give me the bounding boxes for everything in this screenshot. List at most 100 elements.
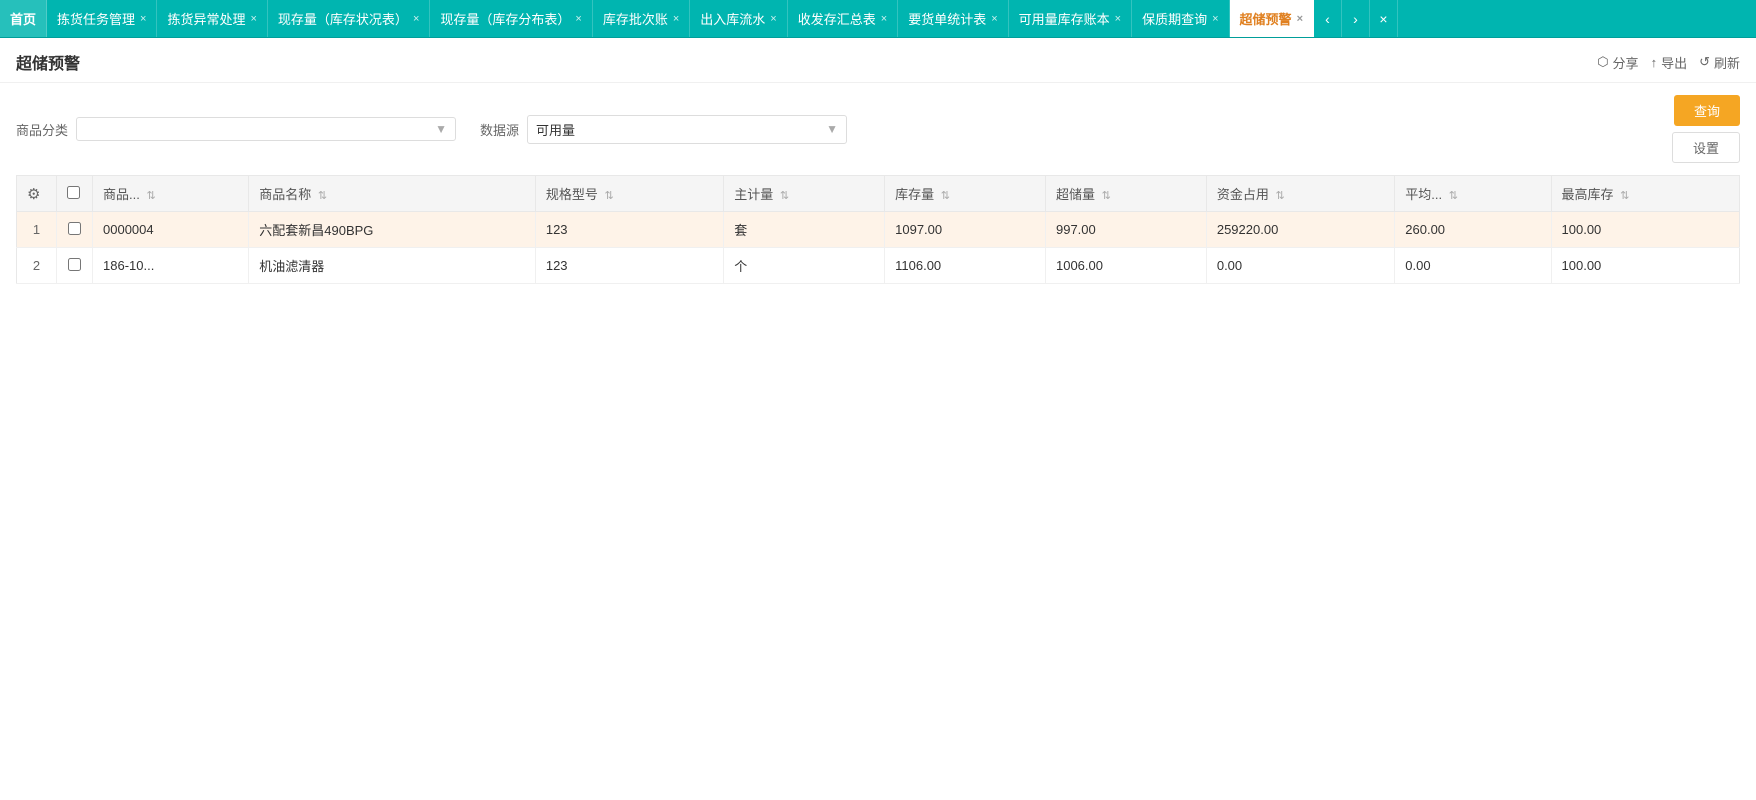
- col-capital-label: 资金占用: [1217, 187, 1269, 202]
- nav-inventory-dist-close[interactable]: ×: [575, 13, 581, 25]
- nav-available-ledger-label: 可用量库存账本: [1019, 9, 1110, 28]
- row-stock-0: 1097.00: [885, 212, 1046, 248]
- row-spec-0: 123: [535, 212, 723, 248]
- nav-task-mgmt-label: 拣货任务管理: [57, 9, 135, 28]
- header-actions: ⬡ 分享 ↑ 导出 ↺ 刷新: [1597, 53, 1740, 72]
- nav-abnormal-label: 拣货异常处理: [167, 9, 245, 28]
- product-category-select[interactable]: ▼: [76, 117, 456, 141]
- data-source-select[interactable]: 可用量 ▼: [527, 115, 847, 144]
- settings-button[interactable]: 设置: [1672, 132, 1740, 163]
- nav-task-mgmt-close[interactable]: ×: [140, 13, 146, 25]
- row-spec-1: 123: [535, 248, 723, 284]
- refresh-button[interactable]: ↺ 刷新: [1699, 53, 1740, 72]
- col-product-code[interactable]: 商品... ⇅: [93, 176, 249, 212]
- page-header: 超储预警 ⬡ 分享 ↑ 导出 ↺ 刷新: [0, 38, 1756, 83]
- row-product-name-0: 六配套新昌490BPG: [249, 212, 536, 248]
- sort-icon-avg: ⇅: [1449, 190, 1458, 202]
- nav-abnormal[interactable]: 拣货异常处理 ×: [157, 0, 267, 37]
- sort-icon-product-name: ⇅: [318, 190, 327, 202]
- row-product-code-1: 186-10...: [93, 248, 249, 284]
- table-body: 1 0000004 六配套新昌490BPG 123 套 1097.00 997.…: [17, 212, 1740, 284]
- nav-quality-check[interactable]: 保质期查询 ×: [1132, 0, 1229, 37]
- nav-collect-summary[interactable]: 收发存汇总表 ×: [788, 0, 898, 37]
- nav-order-stats-close[interactable]: ×: [991, 13, 997, 25]
- nav-home-label: 首页: [10, 9, 36, 28]
- row-max-stock-0: 100.00: [1551, 212, 1739, 248]
- row-unit-1: 个: [724, 248, 885, 284]
- row-capital-1: 0.00: [1206, 248, 1394, 284]
- nav-inventory-status-close[interactable]: ×: [413, 13, 419, 25]
- row-checkbox-0[interactable]: [57, 212, 93, 248]
- col-unit-label: 主计量: [734, 187, 773, 202]
- nav-collect-summary-label: 收发存汇总表: [798, 9, 876, 28]
- row-product-name-1: 机油滤清器: [249, 248, 536, 284]
- nav-overstock-alert-label: 超储预警: [1240, 9, 1292, 28]
- nav-home[interactable]: 首页: [0, 0, 47, 37]
- share-button[interactable]: ⬡ 分享: [1597, 53, 1638, 72]
- nav-inventory-status-label: 现存量（库存状况表）: [278, 9, 408, 28]
- filter-actions: 查询 设置: [1672, 95, 1740, 163]
- nav-abnormal-close[interactable]: ×: [250, 13, 256, 25]
- row-select-checkbox-1[interactable]: [68, 258, 81, 271]
- row-product-code-0: 0000004: [93, 212, 249, 248]
- nav-order-stats[interactable]: 要货单统计表 ×: [898, 0, 1008, 37]
- col-stock-label: 库存量: [895, 187, 934, 202]
- row-unit-0: 套: [724, 212, 885, 248]
- sort-icon-stock: ⇅: [941, 190, 950, 202]
- nav-overstock-alert-close[interactable]: ×: [1297, 13, 1303, 25]
- col-product-name[interactable]: 商品名称 ⇅: [249, 176, 536, 212]
- col-avg-label: 平均...: [1405, 187, 1442, 202]
- query-button[interactable]: 查询: [1674, 95, 1740, 126]
- col-overstock-label: 超储量: [1056, 187, 1095, 202]
- col-overstock[interactable]: 超储量 ⇅: [1045, 176, 1206, 212]
- nav-collect-summary-close[interactable]: ×: [881, 13, 887, 25]
- row-checkbox-1[interactable]: [57, 248, 93, 284]
- sort-icon-unit: ⇅: [780, 190, 789, 202]
- nav-arrow-right[interactable]: ›: [1342, 0, 1370, 37]
- nav-batch-ledger-close[interactable]: ×: [673, 13, 679, 25]
- share-label: 分享: [1613, 53, 1639, 72]
- nav-overstock-alert[interactable]: 超储预警 ×: [1230, 0, 1314, 37]
- row-avg-0: 260.00: [1395, 212, 1551, 248]
- nav-task-mgmt[interactable]: 拣货任务管理 ×: [47, 0, 157, 37]
- row-overstock-1: 1006.00: [1045, 248, 1206, 284]
- nav-quality-check-close[interactable]: ×: [1212, 13, 1218, 25]
- nav-available-ledger-close[interactable]: ×: [1115, 13, 1121, 25]
- table-container: ⚙ 商品... ⇅ 商品名称 ⇅ 规格型号 ⇅ 主计量: [0, 175, 1756, 284]
- nav-arrow-left[interactable]: ‹: [1314, 0, 1342, 37]
- sort-icon-capital: ⇅: [1275, 190, 1284, 202]
- overstock-table: ⚙ 商品... ⇅ 商品名称 ⇅ 规格型号 ⇅ 主计量: [16, 175, 1740, 284]
- nav-inventory-dist[interactable]: 现存量（库存分布表） ×: [430, 0, 592, 37]
- export-icon: ↑: [1651, 55, 1658, 70]
- col-capital[interactable]: 资金占用 ⇅: [1206, 176, 1394, 212]
- col-avg[interactable]: 平均... ⇅: [1395, 176, 1551, 212]
- nav-batch-ledger[interactable]: 库存批次账 ×: [593, 0, 690, 37]
- table-header-row: ⚙ 商品... ⇅ 商品名称 ⇅ 规格型号 ⇅ 主计量: [17, 176, 1740, 212]
- col-checkbox[interactable]: [57, 176, 93, 212]
- col-unit[interactable]: 主计量 ⇅: [724, 176, 885, 212]
- row-max-stock-1: 100.00: [1551, 248, 1739, 284]
- nav-order-stats-label: 要货单统计表: [908, 9, 986, 28]
- nav-inout-flow[interactable]: 出入库流水 ×: [690, 0, 787, 37]
- nav-inout-flow-close[interactable]: ×: [770, 13, 776, 25]
- nav-batch-ledger-label: 库存批次账: [603, 9, 668, 28]
- filter-product-category: 商品分类 ▼: [16, 117, 456, 141]
- row-select-checkbox-0[interactable]: [68, 222, 81, 235]
- filter-data-source: 数据源 可用量 ▼: [480, 115, 847, 144]
- col-spec[interactable]: 规格型号 ⇅: [535, 176, 723, 212]
- nav-inventory-dist-label: 现存量（库存分布表）: [440, 9, 570, 28]
- nav-inventory-status[interactable]: 现存量（库存状况表） ×: [268, 0, 430, 37]
- export-button[interactable]: ↑ 导出: [1651, 53, 1688, 72]
- nav-quality-check-label: 保质期查询: [1142, 9, 1207, 28]
- col-max-stock[interactable]: 最高库存 ⇅: [1551, 176, 1739, 212]
- nav-available-ledger[interactable]: 可用量库存账本 ×: [1009, 0, 1132, 37]
- settings-gear-icon[interactable]: ⚙: [27, 186, 40, 203]
- top-navigation: 首页 拣货任务管理 × 拣货异常处理 × 现存量（库存状况表） × 现存量（库存…: [0, 0, 1756, 38]
- nav-arrow-close-all[interactable]: ×: [1370, 0, 1398, 37]
- table-row: 2 186-10... 机油滤清器 123 个 1106.00 1006.00 …: [17, 248, 1740, 284]
- col-stock[interactable]: 库存量 ⇅: [885, 176, 1046, 212]
- row-num-1: 2: [17, 248, 57, 284]
- nav-inout-flow-label: 出入库流水: [700, 9, 765, 28]
- col-settings[interactable]: ⚙: [17, 176, 57, 212]
- select-all-checkbox[interactable]: [67, 186, 80, 199]
